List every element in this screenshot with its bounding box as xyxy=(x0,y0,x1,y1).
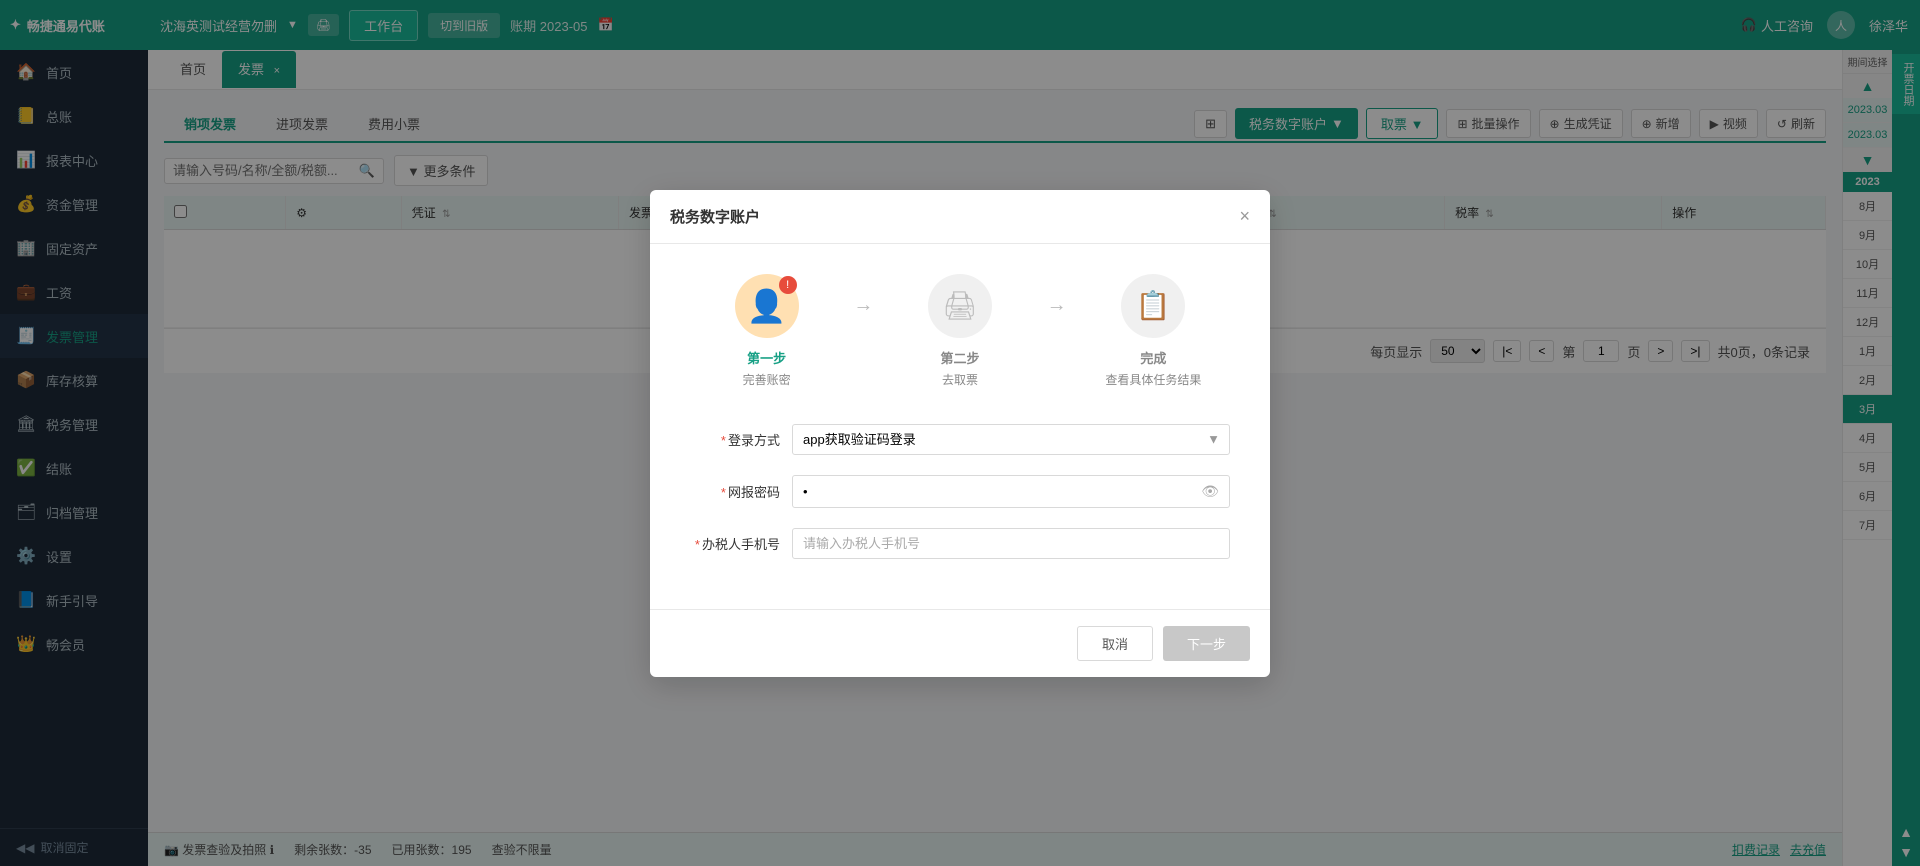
phone-row: *办税人手机号 xyxy=(690,528,1230,559)
login-method-select[interactable]: app获取验证码登录 账号密码登录 xyxy=(792,424,1230,455)
step-arrow-2: → xyxy=(1037,274,1077,317)
modal-header: 税务数字账户 × xyxy=(650,190,1270,244)
step-2-icon: 🖨 xyxy=(928,274,992,338)
password-input-wrapper: 👁 xyxy=(792,475,1230,508)
step-2-sublabel: 去取票 xyxy=(942,371,978,388)
cancel-button[interactable]: 取消 xyxy=(1077,626,1153,661)
step-1-badge: ! xyxy=(779,276,797,294)
login-method-row: *登录方式 app获取验证码登录 账号密码登录 ▼ xyxy=(690,424,1230,455)
login-method-label: *登录方式 xyxy=(690,430,780,449)
modal-close-button[interactable]: × xyxy=(1239,206,1250,227)
step-1-icon: 👤 ! xyxy=(735,274,799,338)
step-1-sublabel: 完善账密 xyxy=(743,371,791,388)
modal-title: 税务数字账户 xyxy=(670,206,760,227)
login-method-select-wrapper[interactable]: app获取验证码登录 账号密码登录 ▼ xyxy=(792,424,1230,455)
tax-account-modal: 税务数字账户 × 👤 ! 第一步 完善账密 → xyxy=(650,190,1270,677)
phone-input[interactable] xyxy=(803,536,1219,551)
step-3-label: 完成 xyxy=(1140,348,1166,367)
eye-icon[interactable]: 👁 xyxy=(1201,483,1219,500)
step-1: 👤 ! 第一步 完善账密 xyxy=(690,274,843,388)
next-button[interactable]: 下一步 xyxy=(1163,626,1250,661)
password-row: *网报密码 👁 xyxy=(690,475,1230,508)
step-arrow-1: → xyxy=(843,274,883,317)
step-3: 📋 完成 查看具体任务结果 xyxy=(1077,274,1230,388)
step-2-label: 第二步 xyxy=(940,348,979,367)
phone-input-wrapper xyxy=(792,528,1230,559)
steps-indicator: 👤 ! 第一步 完善账密 → 🖨 第二步 去取票 → xyxy=(690,274,1230,388)
phone-label: *办税人手机号 xyxy=(690,534,780,553)
modal-body: 👤 ! 第一步 完善账密 → 🖨 第二步 去取票 → xyxy=(650,244,1270,609)
password-label: *网报密码 xyxy=(690,482,780,501)
step-2: 🖨 第二步 去取票 xyxy=(883,274,1036,388)
step-3-sublabel: 查看具体任务结果 xyxy=(1105,371,1201,388)
password-input[interactable] xyxy=(803,484,1201,499)
step-3-icon: 📋 xyxy=(1121,274,1185,338)
modal-overlay[interactable]: 税务数字账户 × 👤 ! 第一步 完善账密 → xyxy=(0,0,1920,866)
modal-footer: 取消 下一步 xyxy=(650,609,1270,677)
step-1-label: 第一步 xyxy=(747,348,786,367)
